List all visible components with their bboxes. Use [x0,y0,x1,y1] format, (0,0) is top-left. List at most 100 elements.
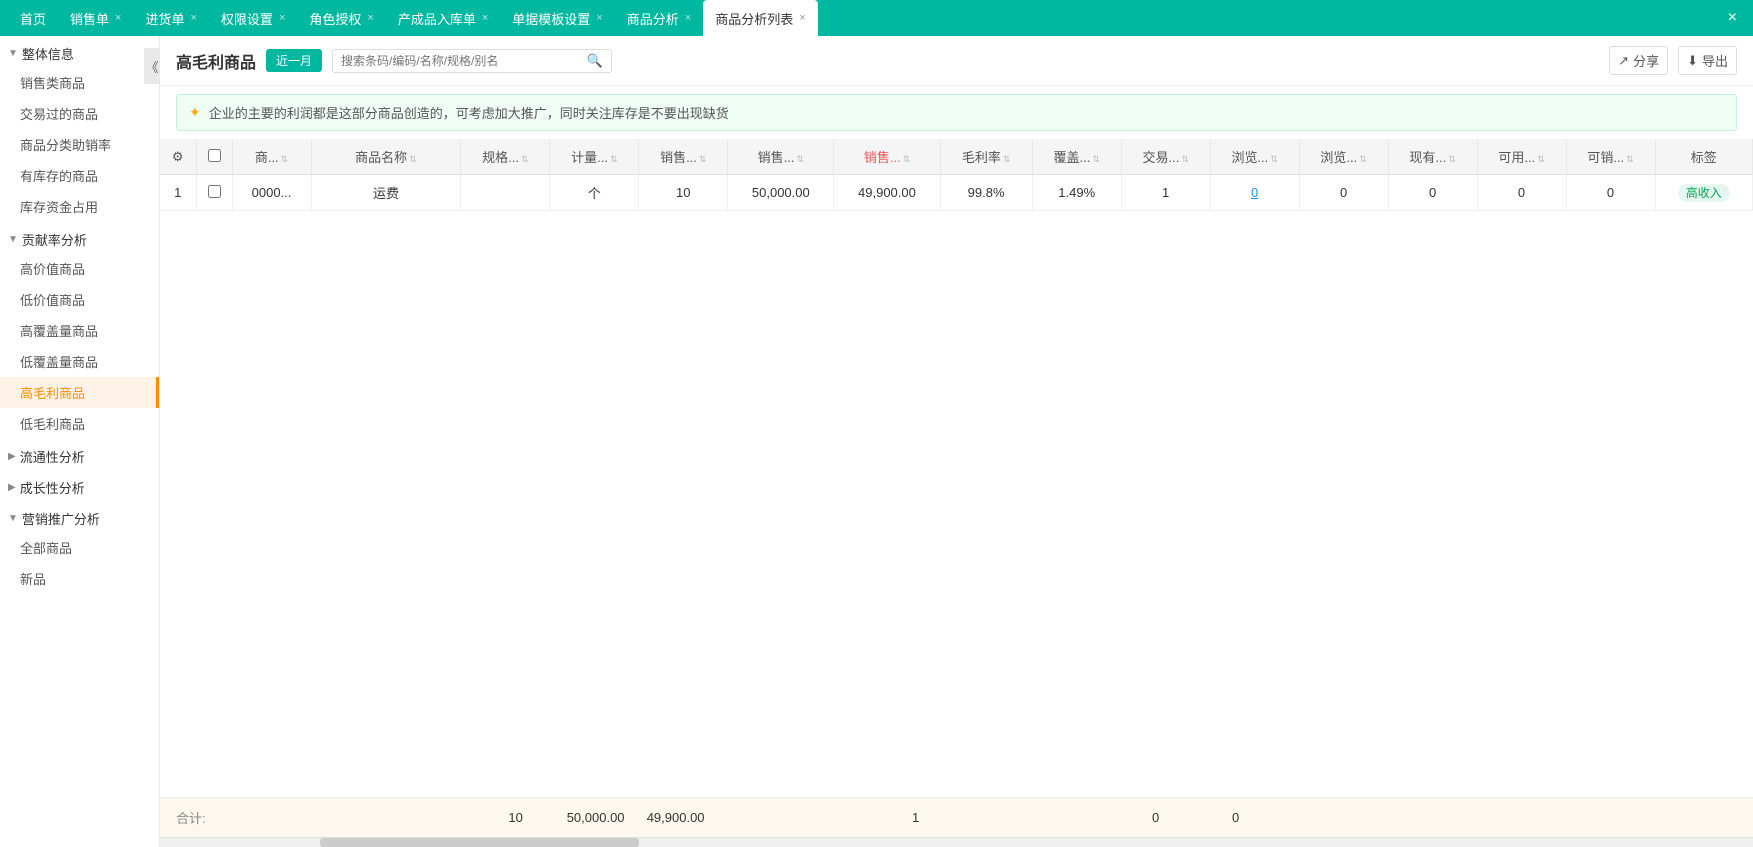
close-product-warehouse-tab[interactable]: × [482,12,488,24]
cell-browse1[interactable]: 0 [1210,175,1299,211]
sidebar-group-overall[interactable]: ▼ 整体信息 [0,36,159,67]
table-wrapper: ⚙ 商...⇅ 商品名称⇅ 规格...⇅ 计量...⇅ 销售...⇅ 销售...… [160,139,1753,797]
data-table: ⚙ 商...⇅ 商品名称⇅ 规格...⇅ 计量...⇅ 销售...⇅ 销售...… [160,139,1753,211]
sidebar-group-marketing[interactable]: ▼ 营销推广分析 [0,501,159,532]
col-transaction[interactable]: 交易...⇅ [1121,139,1210,175]
close-analysis-tab[interactable]: × [685,12,691,24]
col-unit[interactable]: 计量...⇅ [550,139,639,175]
col-current-stock[interactable]: 现有...⇅ [1388,139,1477,175]
bottom-scrollbar[interactable] [160,837,1753,847]
footer-transaction: 1 [876,810,956,825]
col-browse2[interactable]: 浏览...⇅ [1299,139,1388,175]
search-input[interactable] [341,54,587,68]
chevron-right-icon: ▶ [8,451,16,462]
col-tag[interactable]: 标签 [1655,139,1753,175]
close-templates-tab[interactable]: × [596,12,602,24]
sidebar-item-stock-capital[interactable]: 库存资金占用 [0,191,159,222]
export-icon: ⬇ [1687,53,1698,69]
share-button[interactable]: ↗ 分享 [1609,46,1668,75]
footer-available: 0 [1196,810,1276,825]
sidebar-item-sales-goods[interactable]: 销售类商品 [0,67,159,98]
select-all-checkbox[interactable] [208,149,221,162]
col-coverage[interactable]: 覆盖...⇅ [1032,139,1121,175]
sidebar-group-circulation[interactable]: ▶ 流通性分析 [0,439,159,470]
cell-gross-margin: 99.8% [940,175,1032,211]
cell-coverage: 1.49% [1032,175,1121,211]
col-code[interactable]: 商...⇅ [232,139,311,175]
close-permissions-tab[interactable]: × [279,12,285,24]
cell-code: 0000... [232,175,311,211]
close-analysis-list-tab[interactable]: × [799,12,805,24]
nav-permissions[interactable]: 权限设置 × [209,0,297,36]
nav-product-warehouse[interactable]: 产成品入库单 × [386,0,500,36]
export-button[interactable]: ⬇ 导出 [1678,46,1737,75]
chevron-right-icon-2: ▶ [8,482,16,493]
sidebar-item-low-coverage[interactable]: 低覆盖量商品 [0,346,159,377]
nav-roles[interactable]: 角色授权 × [297,0,385,36]
nav-analysis-list[interactable]: 商品分析列表 × [703,0,817,36]
close-purchase-tab[interactable]: × [190,12,196,24]
sidebar-item-high-margin[interactable]: 高毛利商品 [0,377,159,408]
chevron-down-icon: ▼ [8,48,18,59]
sidebar-item-all-goods[interactable]: 全部商品 [0,532,159,563]
cell-browse2: 0 [1299,175,1388,211]
sidebar-item-traded-goods[interactable]: 交易过的商品 [0,98,159,129]
sidebar-group-contribution[interactable]: ▼ 贡献率分析 [0,222,159,253]
sidebar-item-low-margin[interactable]: 低毛利商品 [0,408,159,439]
sidebar: 《 ▼ 整体信息 销售类商品 交易过的商品 商品分类助销率 有库存的商品 库存资… [0,36,160,847]
nav-purchase[interactable]: 进货单 × [133,0,208,36]
table-footer: 合计: 10 50,000.00 49,900.00 1 0 0 [160,797,1753,837]
nav-sales[interactable]: 销售单 × [58,0,133,36]
close-sales-tab[interactable]: × [115,12,121,24]
notice-text: 企业的主要的利润都是这部分商品创造的，可考虑加大推广，同时关注库存是不要出现缺货 [209,103,729,122]
col-settings[interactable]: ⚙ [160,139,196,175]
col-gross-margin[interactable]: 毛利率⇅ [940,139,1032,175]
scroll-thumb [320,838,639,847]
search-icon[interactable]: 🔍 [587,53,603,69]
sidebar-item-low-value[interactable]: 低价值商品 [0,284,159,315]
row-checkbox[interactable] [208,185,221,198]
col-name[interactable]: 商品名称⇅ [311,139,461,175]
close-all-button[interactable]: × [1720,9,1745,27]
sort-icon-4: ⇅ [610,154,618,164]
notice-icon: ✦ [189,104,201,121]
header-actions: ↗ 分享 ⬇ 导出 [1609,46,1737,75]
cell-unit: 个 [550,175,639,211]
chevron-down-icon-3: ▼ [8,513,18,524]
sidebar-item-high-coverage[interactable]: 高覆盖量商品 [0,315,159,346]
col-spec[interactable]: 规格...⇅ [461,139,550,175]
cell-check[interactable] [196,175,232,211]
nav-templates[interactable]: 单据模板设置 × [500,0,614,36]
sidebar-item-new-goods[interactable]: 新品 [0,563,159,594]
footer-current-stock: 0 [1116,810,1196,825]
cell-spec [461,175,550,211]
col-check[interactable] [196,139,232,175]
cell-current-stock: 0 [1388,175,1477,211]
cell-name: 运费 [311,175,461,211]
sidebar-collapse-button[interactable]: 《 [144,48,160,84]
sidebar-item-high-value[interactable]: 高价值商品 [0,253,159,284]
col-saleable[interactable]: 可销...⇅ [1566,139,1655,175]
sidebar-group-growth[interactable]: ▶ 成长性分析 [0,470,159,501]
close-roles-tab[interactable]: × [367,12,373,24]
footer-sales-amount: 50,000.00 [556,810,636,825]
col-browse1[interactable]: 浏览...⇅ [1210,139,1299,175]
time-filter-button[interactable]: 近一月 [266,49,322,72]
nav-home[interactable]: 首页 [8,0,58,36]
sort-icon-3: ⇅ [521,154,529,164]
sort-icon-9: ⇅ [1092,154,1100,164]
cell-sales-amount: 50,000.00 [728,175,834,211]
search-box: 🔍 [332,49,612,73]
sort-icon-10: ⇅ [1181,154,1189,164]
cell-transaction: 1 [1121,175,1210,211]
col-available[interactable]: 可用...⇅ [1477,139,1566,175]
col-sales-amount[interactable]: 销售...⇅ [728,139,834,175]
sidebar-item-category-rate[interactable]: 商品分类助销率 [0,129,159,160]
nav-analysis[interactable]: 商品分析 × [615,0,703,36]
sidebar-item-stock-goods[interactable]: 有库存的商品 [0,160,159,191]
sort-icon-12: ⇅ [1359,154,1367,164]
col-sales-qty[interactable]: 销售...⇅ [639,139,728,175]
col-sales-cost[interactable]: 销售...⇅ [834,139,940,175]
page-title: 高毛利商品 [176,49,256,73]
footer-label: 合计: [176,808,206,827]
